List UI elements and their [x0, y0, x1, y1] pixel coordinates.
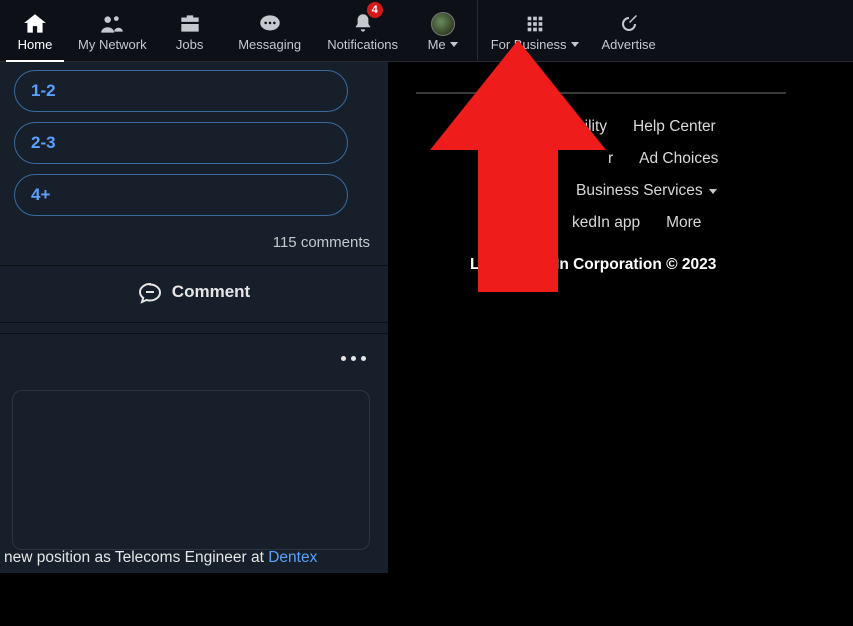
footer-link[interactable]: Help Center — [633, 118, 716, 136]
grid-icon — [522, 11, 548, 37]
post-company-link[interactable]: Dentex — [268, 549, 317, 566]
footer-link[interactable]: r — [608, 150, 613, 168]
footer-link[interactable]: kedIn app — [572, 214, 640, 232]
nav-messaging-label: Messaging — [238, 37, 301, 52]
poll-option[interactable]: 4+ — [14, 174, 348, 216]
chevron-down-icon — [571, 42, 579, 47]
nav-jobs-label: Jobs — [176, 37, 203, 52]
comment-label: Comment — [172, 282, 250, 302]
poll-option[interactable]: 1-2 — [14, 70, 348, 112]
nav-notifications[interactable]: 4 Notifications — [315, 0, 411, 60]
nav-home[interactable]: Home — [0, 0, 70, 60]
comment-button[interactable]: Comment — [0, 265, 388, 318]
nav-advertise[interactable]: Advertise — [590, 0, 668, 60]
post-card: new position as Telecoms Engineer at Den… — [0, 333, 388, 573]
poll-options: 1-2 2-3 4+ — [0, 70, 388, 216]
avatar-icon — [430, 11, 456, 37]
nav-business-label: For Business — [491, 37, 567, 52]
footer-area: bility Help Center r Ad Choices Business… — [416, 62, 836, 274]
footer-link[interactable]: bility — [576, 118, 607, 136]
briefcase-icon — [177, 11, 203, 37]
comment-icon — [138, 280, 162, 304]
nav-messaging[interactable]: Messaging — [225, 0, 315, 60]
nav-notifications-label: Notifications — [327, 37, 398, 52]
footer-link[interactable]: More — [666, 214, 701, 232]
footer-link[interactable]: Ad Choices — [639, 150, 718, 168]
poll-card: 1-2 2-3 4+ 115 comments Comment — [0, 62, 388, 323]
nav-jobs[interactable]: Jobs — [155, 0, 225, 60]
notification-badge: 4 — [367, 2, 383, 18]
nav-separator — [477, 0, 478, 60]
nav-advertise-label: Advertise — [602, 37, 656, 52]
people-icon — [99, 11, 125, 37]
feed-column: 1-2 2-3 4+ 115 comments Comment new posi… — [0, 62, 388, 573]
top-nav: Home My Network Jobs Messaging 4 Notific… — [0, 0, 853, 62]
nav-network[interactable]: My Network — [70, 0, 155, 60]
footer-link-dropdown[interactable]: Business Services — [576, 182, 717, 200]
nav-me-label: Me — [428, 37, 446, 52]
chevron-down-icon — [709, 189, 717, 194]
footer-divider — [416, 92, 786, 94]
footer-copyright: Lin dIn Corporation © 2023 — [416, 256, 836, 274]
post-text: new position as Telecoms Engineer at Den… — [4, 549, 317, 567]
chat-icon — [257, 11, 283, 37]
post-menu-button[interactable] — [341, 356, 366, 361]
nav-home-label: Home — [18, 37, 53, 52]
post-content-box — [12, 390, 370, 550]
chevron-down-icon — [450, 42, 458, 47]
nav-me[interactable]: Me — [411, 0, 475, 60]
nav-business[interactable]: For Business — [480, 0, 590, 60]
comments-count[interactable]: 115 comments — [0, 226, 388, 265]
target-icon — [616, 11, 642, 37]
poll-option[interactable]: 2-3 — [14, 122, 348, 164]
home-icon — [22, 11, 48, 37]
nav-network-label: My Network — [78, 37, 147, 52]
